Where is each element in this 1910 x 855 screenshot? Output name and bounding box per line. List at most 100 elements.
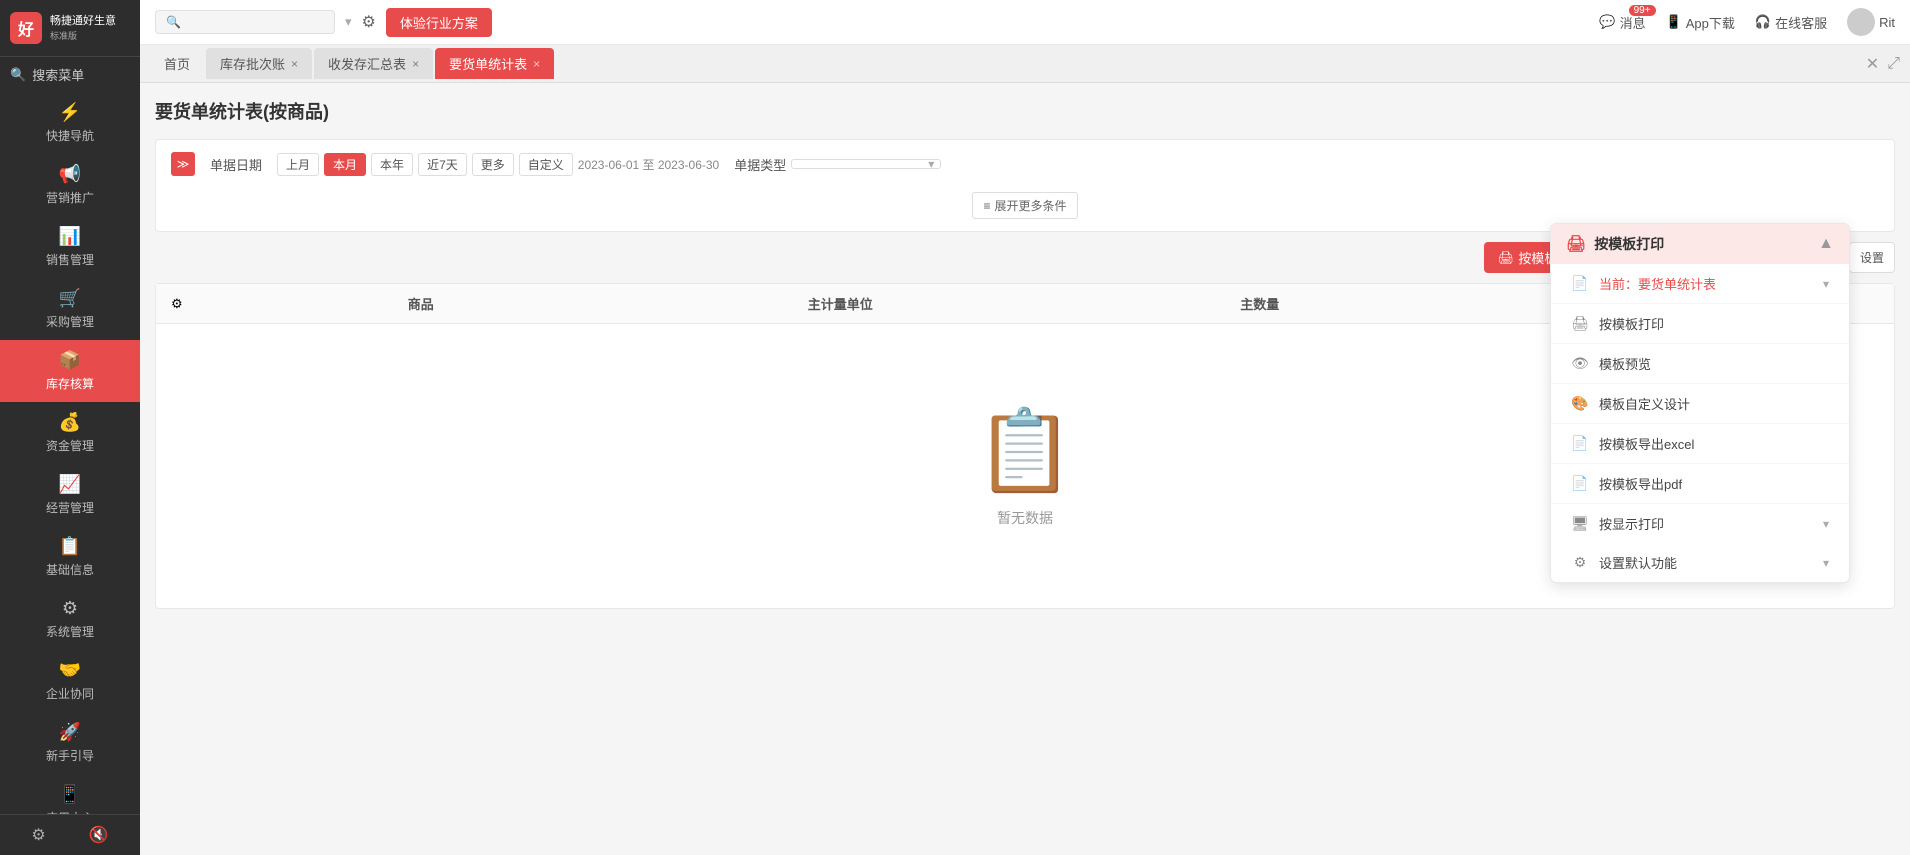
sidebar-item-label: 基础信息	[46, 561, 94, 578]
tab-receipt-summary[interactable]: 收发存汇总表 ×	[314, 48, 433, 79]
inventory-icon: 📦	[59, 350, 81, 371]
date-filter-label: 单据日期	[210, 155, 262, 174]
type-select[interactable]: ▾	[791, 159, 941, 169]
sidebar-item-sales[interactable]: 📊 销售管理	[0, 216, 140, 278]
date-btn-this-year[interactable]: 本年	[371, 153, 413, 176]
sidebar-item-marketing[interactable]: 📢 营销推广	[0, 154, 140, 216]
date-btn-7days[interactable]: 近7天	[418, 153, 467, 176]
sidebar-item-app-center[interactable]: 📱 应用中心	[0, 774, 140, 814]
sidebar-item-purchase[interactable]: 🛒 采购管理	[0, 278, 140, 340]
empty-icon: 📋	[975, 404, 1075, 498]
sidebar-item-basic-info[interactable]: 📋 基础信息	[0, 526, 140, 588]
volume-icon[interactable]: 🔇	[89, 825, 109, 845]
message-badge: 99+	[1629, 5, 1656, 16]
online-service-item[interactable]: 🎧 在线客服	[1755, 13, 1827, 32]
topbar-right: 💬 消息 99+ 📱 App下载 🎧 在线客服 Rit	[1599, 8, 1895, 36]
dropdown-item-template-print[interactable]: 🖨 按模板打印	[1551, 304, 1849, 344]
sidebar-item-label: 营销推广	[46, 189, 94, 206]
dropdown-display-print[interactable]: 🖥 按显示打印 ▾	[1551, 504, 1849, 543]
user-avatar-item[interactable]: Rit	[1847, 8, 1895, 36]
sidebar-item-label: 资金管理	[46, 437, 94, 454]
date-btn-more[interactable]: 更多	[472, 153, 514, 176]
set-default-arrow: ▾	[1823, 556, 1829, 570]
template-print-icon: 🖨	[1571, 315, 1589, 332]
table-gear-icon[interactable]: ⚙	[171, 296, 201, 312]
purchase-icon: 🛒	[59, 288, 81, 309]
date-range-display: 2023-06-01 至 2023-06-30	[578, 156, 719, 173]
dropdown-item-template-custom[interactable]: 🎨 模板自定义设计	[1551, 384, 1849, 424]
col-product: 商品	[221, 294, 621, 313]
set-default-icon: ⚙	[1571, 554, 1589, 571]
sidebar-search[interactable]: 🔍 搜索菜单	[0, 57, 140, 92]
sidebar-item-operations[interactable]: 📈 经营管理	[0, 464, 140, 526]
expand-more-label: 展开更多条件	[995, 197, 1067, 214]
date-btn-this-month[interactable]: 本月	[324, 153, 366, 176]
expand-more-button[interactable]: ≡ 展开更多条件	[972, 192, 1077, 219]
user-name: Rit	[1879, 15, 1895, 30]
sidebar-item-cooperation[interactable]: 🤝 企业协同	[0, 650, 140, 712]
current-template-icon: 📄	[1571, 275, 1589, 292]
quick-nav-icon: ⚡	[59, 102, 81, 123]
operations-icon: 📈	[59, 474, 81, 495]
sidebar-item-quick-nav[interactable]: ⚡ 快捷导航	[0, 92, 140, 154]
sidebar-item-finance[interactable]: 💰 资金管理	[0, 402, 140, 464]
dropdown-item-export-excel[interactable]: 📄 按模板导出excel	[1551, 424, 1849, 464]
template-print-label: 按模板打印	[1599, 314, 1664, 333]
tab-receipt-summary-close[interactable]: ×	[412, 57, 419, 71]
app-logo: 好 畅捷通好生意 标准版	[0, 0, 140, 57]
col-unit: 主计量单位	[641, 294, 1041, 313]
app-center-icon: 📱	[59, 784, 81, 805]
date-btn-last-month[interactable]: 上月	[277, 153, 319, 176]
messages-item[interactable]: 💬 消息 99+	[1599, 13, 1645, 32]
template-custom-icon: 🎨	[1571, 395, 1589, 412]
topbar-dropdown-arrow[interactable]: ▾	[345, 14, 352, 30]
sidebar-item-label: 采购管理	[46, 313, 94, 330]
sales-icon: 📊	[59, 226, 81, 247]
dropdown-set-default[interactable]: ⚙ 设置默认功能 ▾	[1551, 543, 1849, 582]
tab-bar-close-icon[interactable]: ✕	[1866, 54, 1879, 74]
starter-icon: 🚀	[59, 722, 81, 743]
settings-button[interactable]: 设置	[1849, 242, 1895, 273]
filter-bar: ≫ 单据日期 上月 本月 本年 近7天 更多 自定义 2023-06-01 至 …	[155, 139, 1895, 232]
tab-inventory-batch[interactable]: 库存批次账 ×	[206, 48, 312, 79]
dropdown-current-template[interactable]: 📄 当前：要货单统计表 ▾	[1551, 264, 1849, 304]
sidebar-item-label: 企业协同	[46, 685, 94, 702]
tab-bar-expand-icon[interactable]: ⤢	[1887, 55, 1900, 73]
chevron-down-icon: ▾	[928, 157, 934, 171]
app-version: 标准版	[50, 29, 116, 42]
date-btn-custom[interactable]: 自定义	[519, 153, 573, 176]
dropdown-close-icon[interactable]: ▲	[1818, 235, 1834, 253]
sidebar-item-starter[interactable]: 🚀 新手引导	[0, 712, 140, 774]
dropdown-item-template-preview[interactable]: 👁 模板预览	[1551, 344, 1849, 384]
sidebar-item-label: 快捷导航	[46, 127, 94, 144]
main-content: 要货单统计表(按商品) ≫ 单据日期 上月 本月 本年 近7天 更多 自定义 2…	[140, 83, 1910, 855]
trial-button[interactable]: 体验行业方案	[386, 8, 492, 37]
export-pdf-icon: 📄	[1571, 475, 1589, 492]
sidebar-item-system[interactable]: ⚙ 系统管理	[0, 588, 140, 650]
cooperation-icon: 🤝	[59, 660, 81, 681]
export-pdf-label: 按模板导出pdf	[1599, 474, 1682, 493]
empty-text: 暂无数据	[997, 508, 1053, 528]
app-download-item[interactable]: 📱 App下载	[1666, 13, 1735, 32]
download-icon: 📱	[1666, 14, 1682, 30]
dropdown-item-export-pdf[interactable]: 📄 按模板导出pdf	[1551, 464, 1849, 504]
tab-home[interactable]: 首页	[150, 48, 204, 79]
sidebar-bottom: ⚙ 🔇	[0, 814, 140, 855]
tab-order-stats-close[interactable]: ×	[533, 57, 540, 71]
template-custom-label: 模板自定义设计	[1599, 394, 1690, 413]
tab-order-stats-label: 要货单统计表	[449, 54, 527, 73]
display-print-arrow: ▾	[1823, 517, 1829, 531]
tab-bar: 首页 库存批次账 × 收发存汇总表 × 要货单统计表 × ✕ ⤢	[140, 45, 1910, 83]
topbar-gear-icon[interactable]: ⚙	[362, 12, 376, 32]
service-icon: 🎧	[1755, 14, 1771, 30]
sidebar-item-inventory[interactable]: 📦 库存核算	[0, 340, 140, 402]
sidebar-item-label: 系统管理	[46, 623, 94, 640]
export-excel-label: 按模板导出excel	[1599, 434, 1694, 453]
tab-order-stats[interactable]: 要货单统计表 ×	[435, 48, 554, 79]
topbar-search[interactable]: 🔍	[155, 10, 335, 34]
tab-receipt-summary-label: 收发存汇总表	[328, 54, 406, 73]
finance-icon: 💰	[59, 412, 81, 433]
settings-icon[interactable]: ⚙	[31, 825, 45, 845]
tab-inventory-batch-close[interactable]: ×	[291, 57, 298, 71]
filter-expand-button[interactable]: ≫	[171, 152, 195, 176]
